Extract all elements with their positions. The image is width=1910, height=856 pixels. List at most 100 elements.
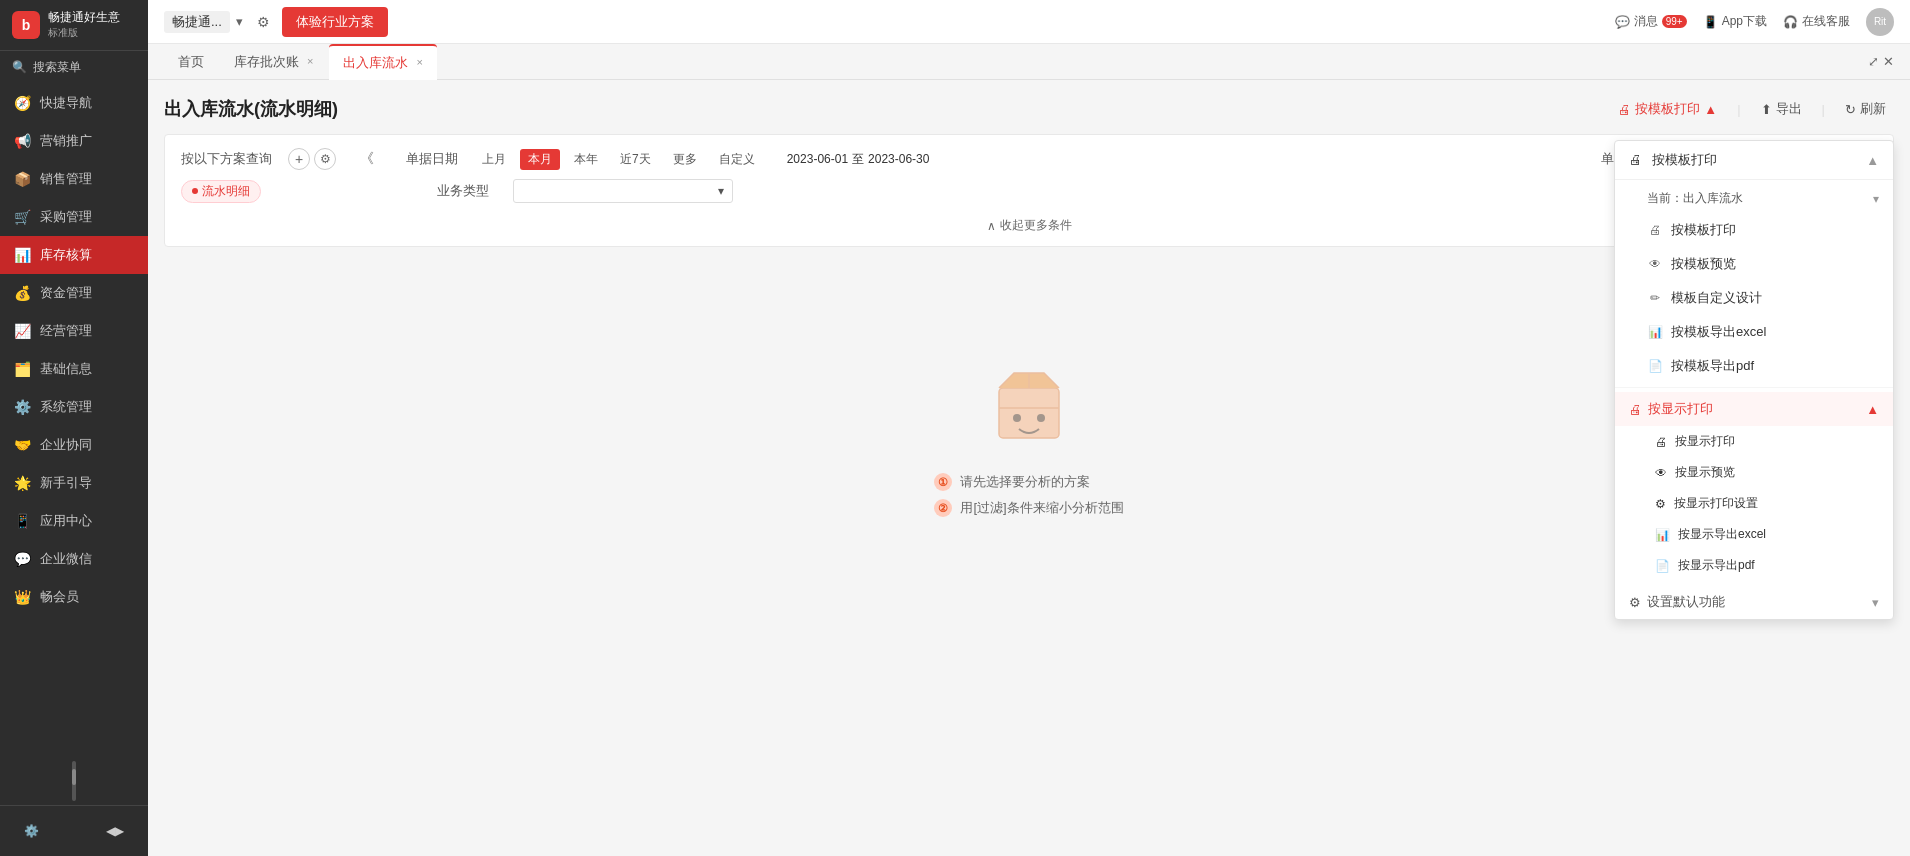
system-icon: ⚙️ bbox=[12, 399, 32, 415]
print-footer-label: 设置默认功能 bbox=[1647, 593, 1725, 611]
sidebar-item-wechat[interactable]: 💬 企业微信 bbox=[0, 540, 148, 578]
business-type-select[interactable]: ▾ bbox=[513, 179, 733, 203]
display-print-btn[interactable]: 🖨 按显示打印 bbox=[1615, 426, 1893, 457]
export-btn[interactable]: ⬆ 导出 bbox=[1753, 96, 1810, 122]
date-shortcut-7days[interactable]: 近7天 bbox=[612, 149, 659, 170]
sidebar-item-company[interactable]: 🤝 企业协同 bbox=[0, 426, 148, 464]
sidebar-item-purchase[interactable]: 🛒 采购管理 bbox=[0, 198, 148, 236]
print-template-preview-btn[interactable]: 👁 按模板预览 bbox=[1615, 247, 1893, 281]
display-excel-label: 按显示导出excel bbox=[1678, 526, 1766, 543]
tab-flow[interactable]: 出入库流水 × bbox=[329, 44, 436, 80]
display-pdf-btn[interactable]: 📄 按显示导出pdf bbox=[1615, 550, 1893, 581]
app-edition: 标准版 bbox=[48, 26, 120, 40]
topbar-avatar[interactable]: Rit bbox=[1866, 8, 1894, 36]
sidebar-item-label: 经营管理 bbox=[40, 322, 92, 340]
tabbar: 首页 库存批次账 × 出入库流水 × ⤢ ✕ bbox=[148, 44, 1910, 80]
display-settings-btn[interactable]: ⚙ 按显示打印设置 bbox=[1615, 488, 1893, 519]
sidebar-item-label: 营销推广 bbox=[40, 132, 92, 150]
topbar: 畅捷通... ▾ ⚙ 体验行业方案 💬 消息 99+ 📱 App下载 🎧 在线客… bbox=[148, 0, 1910, 44]
app-name: 畅捷通好生意 bbox=[48, 10, 120, 26]
sidebar-item-guide[interactable]: 🌟 新手引导 bbox=[0, 464, 148, 502]
sidebar-item-label: 系统管理 bbox=[40, 398, 92, 416]
filter-settings-btn[interactable]: ⚙ bbox=[314, 148, 336, 170]
filter-tag-flow[interactable]: 流水明细 bbox=[181, 180, 261, 203]
print-sm-icon: 🖨 bbox=[1647, 222, 1663, 238]
topbar-dropdown-icon[interactable]: ▾ bbox=[236, 14, 243, 29]
svg-point-3 bbox=[1037, 414, 1045, 422]
current-template-chevron: ▾ bbox=[1873, 192, 1879, 206]
display-preview-label: 按显示预览 bbox=[1675, 464, 1735, 481]
print-template-design-btn[interactable]: ✏ 模板自定义设计 bbox=[1615, 281, 1893, 315]
print-template-print-label: 按模板打印 bbox=[1671, 221, 1736, 239]
sidebar-item-operation[interactable]: 📈 经营管理 bbox=[0, 312, 148, 350]
page-title: 出入库流水(流水明细) bbox=[164, 97, 338, 121]
display-print-icon: 🖨 bbox=[1629, 402, 1642, 417]
display-preview-btn[interactable]: 👁 按显示预览 bbox=[1615, 457, 1893, 488]
business-type-dropdown-icon: ▾ bbox=[718, 184, 724, 198]
tab-batch-account-close[interactable]: × bbox=[307, 56, 313, 67]
export-label: 导出 bbox=[1776, 100, 1802, 118]
topbar-msg-btn[interactable]: 💬 消息 99+ bbox=[1615, 13, 1687, 30]
sidebar-item-marketing[interactable]: 📢 营销推广 bbox=[0, 122, 148, 160]
sidebar-item-label: 畅会员 bbox=[40, 588, 79, 606]
date-shortcut-custom[interactable]: 自定义 bbox=[711, 149, 763, 170]
tab-home[interactable]: 首页 bbox=[164, 44, 218, 80]
wechat-icon: 💬 bbox=[12, 551, 32, 567]
display-pdf-label: 按显示导出pdf bbox=[1678, 557, 1755, 574]
sidebar-item-system[interactable]: ⚙️ 系统管理 bbox=[0, 388, 148, 426]
sidebar-search[interactable]: 🔍 搜索菜单 bbox=[0, 51, 148, 84]
tab-expand-btn[interactable]: ⤢ ✕ bbox=[1868, 54, 1894, 69]
sidebar-item-app-center[interactable]: 📱 应用中心 bbox=[0, 502, 148, 540]
print-template-print-btn[interactable]: 🖨 按模板打印 bbox=[1615, 213, 1893, 247]
tab-flow-close[interactable]: × bbox=[416, 57, 422, 68]
sidebar-search-label: 搜索菜单 bbox=[33, 59, 81, 76]
headset-icon: 🎧 bbox=[1783, 15, 1798, 29]
print-template-pdf-label: 按模板导出pdf bbox=[1671, 357, 1754, 375]
print-display-header[interactable]: 🖨 按显示打印 ▲ bbox=[1615, 392, 1893, 426]
msg-label: 消息 bbox=[1634, 13, 1658, 30]
refresh-btn[interactable]: ↻ 刷新 bbox=[1837, 96, 1894, 122]
topbar-service-btn[interactable]: 🎧 在线客服 bbox=[1783, 13, 1850, 30]
tab-home-label: 首页 bbox=[178, 53, 204, 71]
sidebar-settings-btn[interactable]: ⚙️ bbox=[16, 820, 47, 842]
expand-icon: ⤢ bbox=[1868, 54, 1879, 69]
dropdown-up-chevron[interactable]: ▲ bbox=[1866, 153, 1879, 168]
tab-batch-account[interactable]: 库存批次账 × bbox=[220, 44, 327, 80]
collapse-up-icon: ∧ bbox=[987, 219, 996, 233]
sidebar-item-sales[interactable]: 📦 销售管理 bbox=[0, 160, 148, 198]
sidebar-item-inventory[interactable]: 📊 库存核算 bbox=[0, 236, 148, 274]
sidebar-item-quick-nav[interactable]: 🧭 快捷导航 bbox=[0, 84, 148, 122]
print-default-btn[interactable]: ⚙ 设置默认功能 ▾ bbox=[1615, 585, 1893, 619]
date-shortcut-this-month[interactable]: 本月 bbox=[520, 149, 560, 170]
filter-actions: + ⚙ bbox=[288, 148, 336, 170]
tip-num-2: ② bbox=[934, 499, 952, 517]
print-template-btn[interactable]: 🖨 按模板打印 ▲ bbox=[1610, 96, 1725, 122]
sidebar-collapse-btn[interactable]: ◀▶ bbox=[98, 820, 132, 842]
page-actions: 🖨 按模板打印 ▲ | ⬆ 导出 | ↻ 刷新 bbox=[1610, 96, 1894, 122]
print-icon: 🖨 bbox=[1618, 102, 1631, 117]
topbar-username[interactable]: 畅捷通... bbox=[164, 11, 230, 33]
print-template-excel-btn[interactable]: 📊 按模板导出excel bbox=[1615, 315, 1893, 349]
date-shortcuts: 上月 本月 本年 近7天 更多 自定义 bbox=[474, 149, 763, 170]
quick-nav-icon: 🧭 bbox=[12, 95, 32, 111]
topbar-gear-icon[interactable]: ⚙ bbox=[257, 14, 270, 30]
sidebar-item-finance[interactable]: 💰 资金管理 bbox=[0, 274, 148, 312]
print-current-template[interactable]: 当前：出入库流水 ▾ bbox=[1615, 184, 1893, 213]
phone-icon: 📱 bbox=[1703, 15, 1718, 29]
sidebar-bottom: ⚙️ ◀▶ bbox=[0, 805, 148, 856]
tab-flow-label: 出入库流水 bbox=[343, 54, 408, 72]
filter-add-btn[interactable]: + bbox=[288, 148, 310, 170]
filter-collapse-arrow[interactable]: 《 bbox=[360, 150, 374, 168]
display-excel-btn[interactable]: 📊 按显示导出excel bbox=[1615, 519, 1893, 550]
date-shortcut-this-year[interactable]: 本年 bbox=[566, 149, 606, 170]
trial-btn[interactable]: 体验行业方案 bbox=[282, 7, 388, 37]
sidebar-item-basic[interactable]: 🗂️ 基础信息 bbox=[0, 350, 148, 388]
print-template-design-label: 模板自定义设计 bbox=[1671, 289, 1762, 307]
print-template-pdf-btn[interactable]: 📄 按模板导出pdf bbox=[1615, 349, 1893, 383]
topbar-app-btn[interactable]: 📱 App下载 bbox=[1703, 13, 1767, 30]
current-template-label: 当前：出入库流水 bbox=[1647, 190, 1743, 207]
sidebar-item-member[interactable]: 👑 畅会员 bbox=[0, 578, 148, 616]
date-shortcut-more[interactable]: 更多 bbox=[665, 149, 705, 170]
display-print-label: 按显示打印 bbox=[1675, 433, 1735, 450]
date-shortcut-last-month[interactable]: 上月 bbox=[474, 149, 514, 170]
